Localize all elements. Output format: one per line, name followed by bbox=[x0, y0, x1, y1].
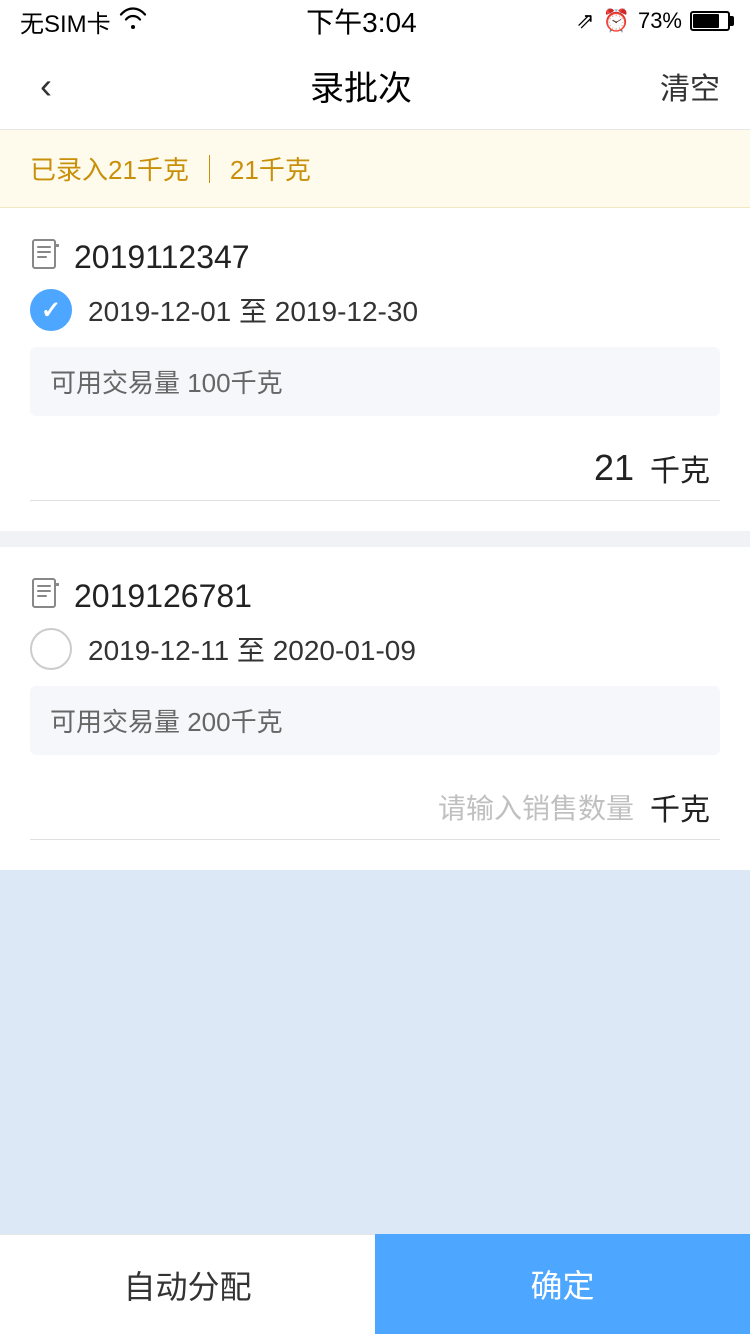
volume-label-1: 可用交易量 100千克 bbox=[50, 368, 283, 398]
main-content: 已录入21千克 21千克 2019112347 2 bbox=[0, 130, 750, 1270]
batch-doc-icon-2 bbox=[30, 577, 62, 616]
batch-card-1: 2019112347 2019-12-01 至 2019-12-30 可用交易量… bbox=[0, 208, 750, 531]
status-bar-left: 无SIM卡 bbox=[20, 4, 147, 39]
quantity-placeholder-2[interactable]: 请输入销售数量 bbox=[438, 787, 634, 827]
total-amount: 21千克 bbox=[230, 150, 311, 187]
batch-header-1: 2019112347 bbox=[30, 238, 720, 277]
radio-button-2[interactable] bbox=[30, 628, 72, 670]
batch-date-row-1[interactable]: 2019-12-01 至 2019-12-30 bbox=[30, 289, 720, 331]
batch-item-2: 2019126781 2019-12-11 至 2020-01-09 可用交易量… bbox=[30, 577, 720, 840]
batch-date-2: 2019-12-11 至 2020-01-09 bbox=[88, 629, 416, 669]
wifi-icon bbox=[119, 7, 147, 36]
batch-id-1: 2019112347 bbox=[74, 239, 250, 276]
battery-percent: 73% bbox=[638, 8, 682, 34]
alarm-icon: ⏰ bbox=[603, 8, 630, 34]
recorded-amount-label: 已录入21千克 bbox=[30, 150, 189, 187]
page-title: 录批次 bbox=[310, 61, 412, 110]
bottom-buttons: 自动分配 确定 bbox=[0, 1234, 750, 1334]
confirm-button[interactable]: 确定 bbox=[375, 1234, 750, 1334]
batch-date-row-2[interactable]: 2019-12-11 至 2020-01-09 bbox=[30, 628, 720, 670]
clear-button[interactable]: 清空 bbox=[660, 64, 720, 108]
batch-date-1: 2019-12-01 至 2019-12-30 bbox=[88, 290, 418, 330]
status-bar-time: 下午3:04 bbox=[306, 1, 417, 41]
quantity-unit-2: 千克 bbox=[650, 785, 710, 829]
nav-bar: ‹ 录批次 清空 bbox=[0, 42, 750, 130]
battery-icon bbox=[690, 11, 730, 31]
quantity-row-2[interactable]: 请输入销售数量 千克 bbox=[30, 765, 720, 840]
volume-label-2: 可用交易量 200千克 bbox=[50, 707, 283, 737]
location-icon: ⇗ bbox=[576, 8, 594, 34]
quantity-unit-1: 千克 bbox=[650, 446, 710, 490]
status-bar: 无SIM卡 下午3:04 ⇗ ⏰ 73% bbox=[0, 0, 750, 42]
batch-volume-2: 可用交易量 200千克 bbox=[30, 686, 720, 755]
back-button[interactable]: ‹ bbox=[30, 55, 62, 117]
batch-doc-icon-1 bbox=[30, 238, 62, 277]
batch-header-2: 2019126781 bbox=[30, 577, 720, 616]
quantity-row-1: 21 千克 bbox=[30, 426, 720, 501]
auto-distribute-button[interactable]: 自动分配 bbox=[0, 1234, 375, 1334]
batch-item-1: 2019112347 2019-12-01 至 2019-12-30 可用交易量… bbox=[30, 238, 720, 501]
carrier-text: 无SIM卡 bbox=[20, 4, 111, 39]
batch-id-2: 2019126781 bbox=[74, 578, 252, 615]
radio-button-1[interactable] bbox=[30, 289, 72, 331]
quantity-value-1: 21 bbox=[594, 447, 634, 489]
batch-volume-1: 可用交易量 100千克 bbox=[30, 347, 720, 416]
batch-card-2: 2019126781 2019-12-11 至 2020-01-09 可用交易量… bbox=[0, 531, 750, 870]
status-bar-right: ⇗ ⏰ 73% bbox=[576, 8, 730, 34]
info-banner: 已录入21千克 21千克 bbox=[0, 130, 750, 208]
banner-divider bbox=[209, 155, 210, 183]
bottom-empty-area bbox=[0, 870, 750, 1270]
